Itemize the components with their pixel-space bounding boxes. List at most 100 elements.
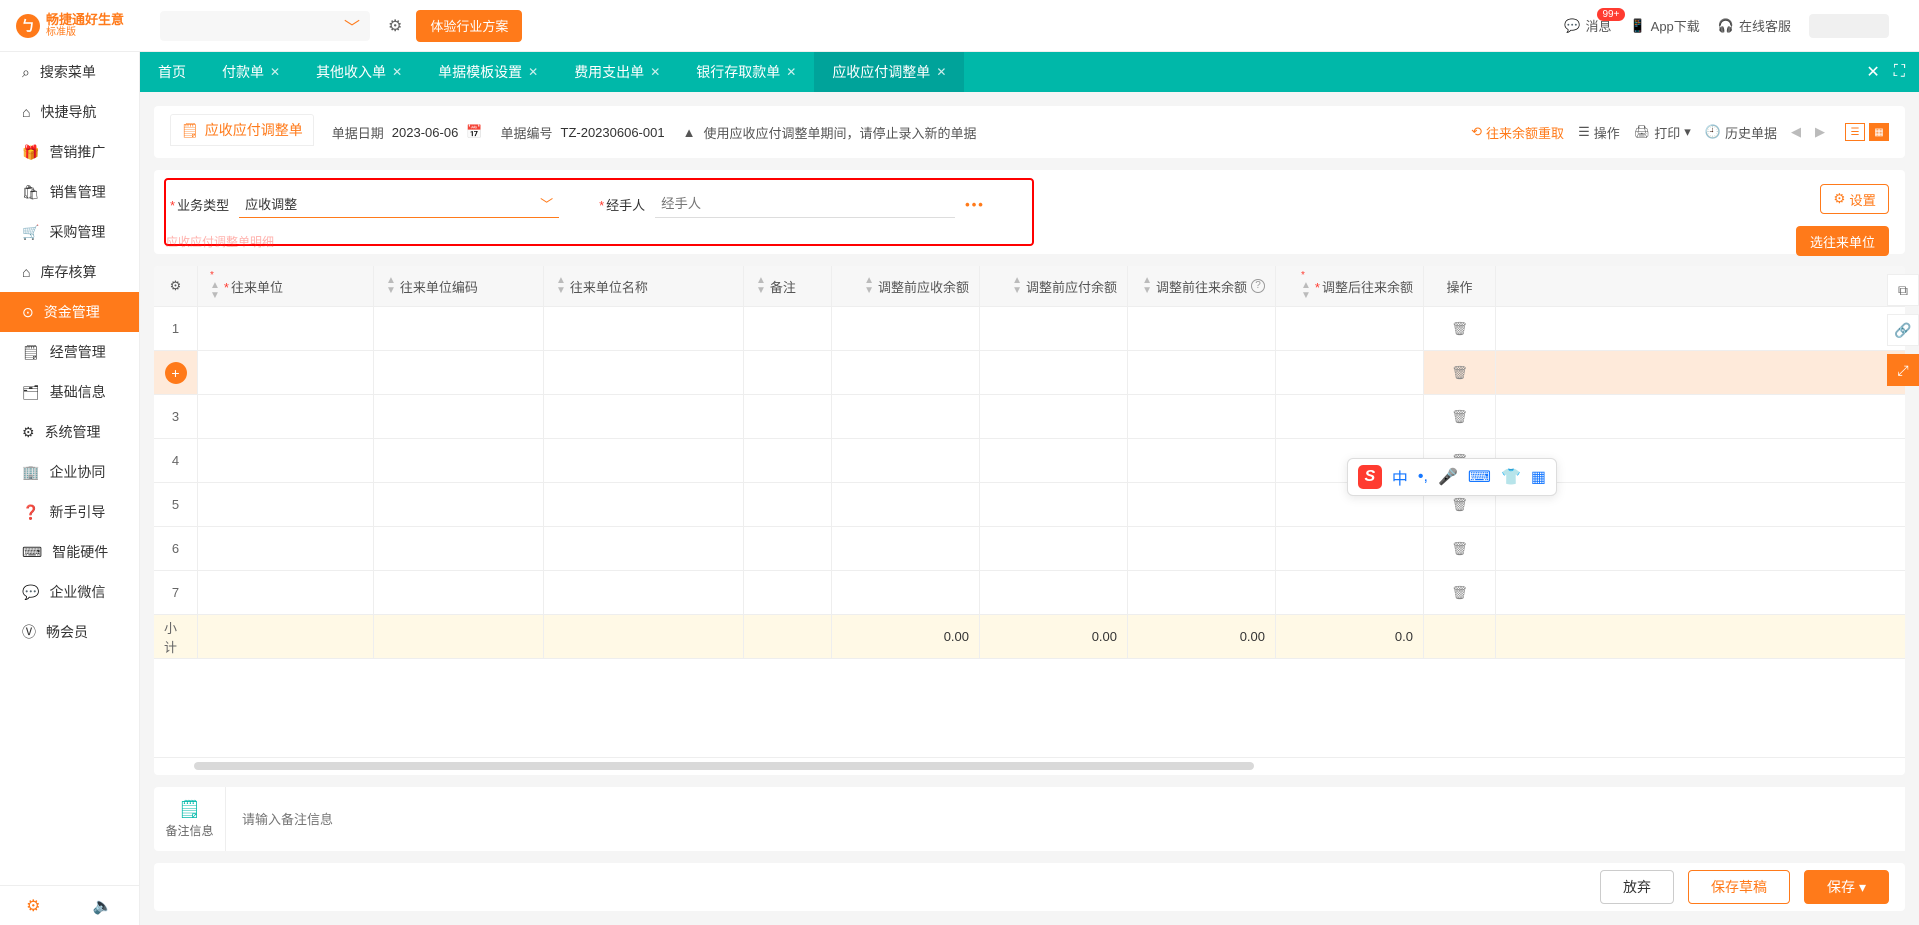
- settings-button[interactable]: ⚙设置: [1820, 184, 1889, 214]
- cell-code[interactable]: [374, 483, 544, 526]
- cell-recv[interactable]: [832, 351, 980, 394]
- col-unit[interactable]: ▲▼往来单位: [198, 266, 374, 306]
- tab-其他收入单[interactable]: 其他收入单✕: [298, 52, 420, 92]
- delete-row-icon[interactable]: 🗑: [1424, 351, 1496, 394]
- sidebar-item-采购管理[interactable]: 🛒采购管理: [0, 212, 139, 252]
- cell-remark[interactable]: [744, 395, 832, 438]
- cell-unit[interactable]: [198, 571, 374, 614]
- cell-unit[interactable]: [198, 527, 374, 570]
- remark-input[interactable]: [226, 787, 1905, 851]
- doc-sub-tab[interactable]: 🗒 应收应付调整单: [170, 114, 314, 146]
- close-icon[interactable]: ✕: [528, 65, 538, 79]
- sidebar-item-资金管理[interactable]: ⊙资金管理: [0, 292, 139, 332]
- ime-lang-icon[interactable]: 中: [1392, 465, 1408, 489]
- experience-button[interactable]: 体验行业方案: [416, 10, 522, 42]
- sidebar-item-营销推广[interactable]: 🎁营销推广: [0, 132, 139, 172]
- cell-remark[interactable]: [744, 483, 832, 526]
- sidebar-item-库存核算[interactable]: ⌂库存核算: [0, 252, 139, 292]
- ime-skin-icon[interactable]: 👕: [1501, 467, 1521, 487]
- close-icon[interactable]: ✕: [786, 65, 796, 79]
- cell-pay[interactable]: [980, 439, 1128, 482]
- cell-pay[interactable]: [980, 307, 1128, 350]
- cell-code[interactable]: [374, 439, 544, 482]
- cell-recv[interactable]: [832, 307, 980, 350]
- ime-punct-icon[interactable]: •,: [1418, 468, 1428, 486]
- ime-voice-icon[interactable]: 🎤: [1438, 467, 1458, 487]
- table-row[interactable]: 6🗑: [154, 527, 1905, 571]
- cell-after[interactable]: [1276, 351, 1424, 394]
- sidebar-item-销售管理[interactable]: 🛍销售管理: [0, 172, 139, 212]
- cell-unit[interactable]: [198, 439, 374, 482]
- sidebar-item-基础信息[interactable]: 🗂基础信息: [0, 372, 139, 412]
- cell-remark[interactable]: [744, 307, 832, 350]
- calendar-icon[interactable]: 📅: [466, 124, 482, 140]
- close-all-icon[interactable]: ✕: [1866, 62, 1879, 82]
- table-row[interactable]: +🗑: [154, 351, 1905, 395]
- user-avatar[interactable]: [1809, 14, 1889, 38]
- cell-recv[interactable]: [832, 527, 980, 570]
- cell-after[interactable]: [1276, 571, 1424, 614]
- close-icon[interactable]: ✕: [270, 65, 280, 79]
- operate-menu[interactable]: ☰操作: [1578, 123, 1620, 142]
- cell-pay[interactable]: [980, 483, 1128, 526]
- table-row[interactable]: 7🗑: [154, 571, 1905, 615]
- col-after[interactable]: ▲▼调整后往来余额: [1276, 266, 1424, 306]
- delete-row-icon[interactable]: 🗑: [1424, 571, 1496, 614]
- cell-code[interactable]: [374, 307, 544, 350]
- handler-input[interactable]: [655, 190, 955, 218]
- cell-unit[interactable]: [198, 351, 374, 394]
- view-list-icon[interactable]: ☰: [1845, 123, 1865, 141]
- sidebar-item-企业微信[interactable]: 💬企业微信: [0, 572, 139, 612]
- cell-bal[interactable]: [1128, 395, 1276, 438]
- tab-单据模板设置[interactable]: 单据模板设置✕: [420, 52, 556, 92]
- cell-remark[interactable]: [744, 439, 832, 482]
- next-icon[interactable]: ▶: [1815, 124, 1825, 140]
- scroll-thumb[interactable]: [194, 762, 1254, 770]
- app-download-button[interactable]: 📱 App下载: [1629, 16, 1699, 35]
- tab-费用支出单[interactable]: 费用支出单✕: [556, 52, 678, 92]
- col-name[interactable]: ▲▼往来单位名称: [544, 266, 744, 306]
- history-button[interactable]: 🕘历史单据: [1705, 123, 1777, 142]
- close-icon[interactable]: ✕: [936, 65, 946, 79]
- cell-name[interactable]: [544, 571, 744, 614]
- cell-name[interactable]: [544, 395, 744, 438]
- sidebar-item-搜索菜单[interactable]: ⌕搜索菜单: [0, 52, 139, 92]
- rail-attach-icon[interactable]: 🔗: [1887, 314, 1919, 346]
- prev-icon[interactable]: ◀: [1791, 124, 1801, 140]
- sidebar-item-畅会员[interactable]: Ⓥ畅会员: [0, 612, 139, 652]
- tab-应收应付调整单[interactable]: 应收应付调整单✕: [814, 52, 964, 92]
- table-row[interactable]: 4🗑: [154, 439, 1905, 483]
- view-detail-icon[interactable]: ▦: [1869, 123, 1889, 141]
- add-row-icon[interactable]: +: [165, 362, 187, 384]
- col-recv[interactable]: ▲▼调整前应收余额: [832, 266, 980, 306]
- reget-balance-button[interactable]: ⟲往来余额重取: [1471, 123, 1564, 142]
- col-code[interactable]: ▲▼往来单位编码: [374, 266, 544, 306]
- cell-code[interactable]: [374, 571, 544, 614]
- tab-银行存取款单[interactable]: 银行存取款单✕: [678, 52, 814, 92]
- cell-after[interactable]: [1276, 395, 1424, 438]
- cell-name[interactable]: [544, 351, 744, 394]
- col-remark[interactable]: ▲▼备注: [744, 266, 832, 306]
- fullscreen-icon[interactable]: ⛶: [1894, 63, 1905, 81]
- sound-icon[interactable]: 🔈: [93, 896, 113, 916]
- collapse-icon[interactable]: ⚙: [26, 896, 40, 916]
- cell-unit[interactable]: [198, 307, 374, 350]
- cell-after[interactable]: [1276, 527, 1424, 570]
- delete-row-icon[interactable]: 🗑: [1424, 307, 1496, 350]
- cell-unit[interactable]: [198, 483, 374, 526]
- close-icon[interactable]: ✕: [650, 65, 660, 79]
- cell-name[interactable]: [544, 307, 744, 350]
- sidebar-item-快捷导航[interactable]: ⌂快捷导航: [0, 92, 139, 132]
- cell-bal[interactable]: [1128, 307, 1276, 350]
- close-icon[interactable]: ✕: [392, 65, 402, 79]
- handler-lookup-icon[interactable]: •••: [965, 197, 985, 212]
- rail-expand-icon[interactable]: ⤢: [1887, 354, 1919, 386]
- ime-toolbox-icon[interactable]: ▦: [1531, 467, 1546, 487]
- help-icon[interactable]: ?: [1251, 279, 1265, 293]
- ime-toolbar[interactable]: S 中 •, 🎤 ⌨ 👕 ▦: [1347, 458, 1557, 496]
- cell-pay[interactable]: [980, 527, 1128, 570]
- cell-remark[interactable]: [744, 571, 832, 614]
- sidebar-item-智能硬件[interactable]: ⌨智能硬件: [0, 532, 139, 572]
- sidebar-item-系统管理[interactable]: ⚙系统管理: [0, 412, 139, 452]
- cell-unit[interactable]: [198, 395, 374, 438]
